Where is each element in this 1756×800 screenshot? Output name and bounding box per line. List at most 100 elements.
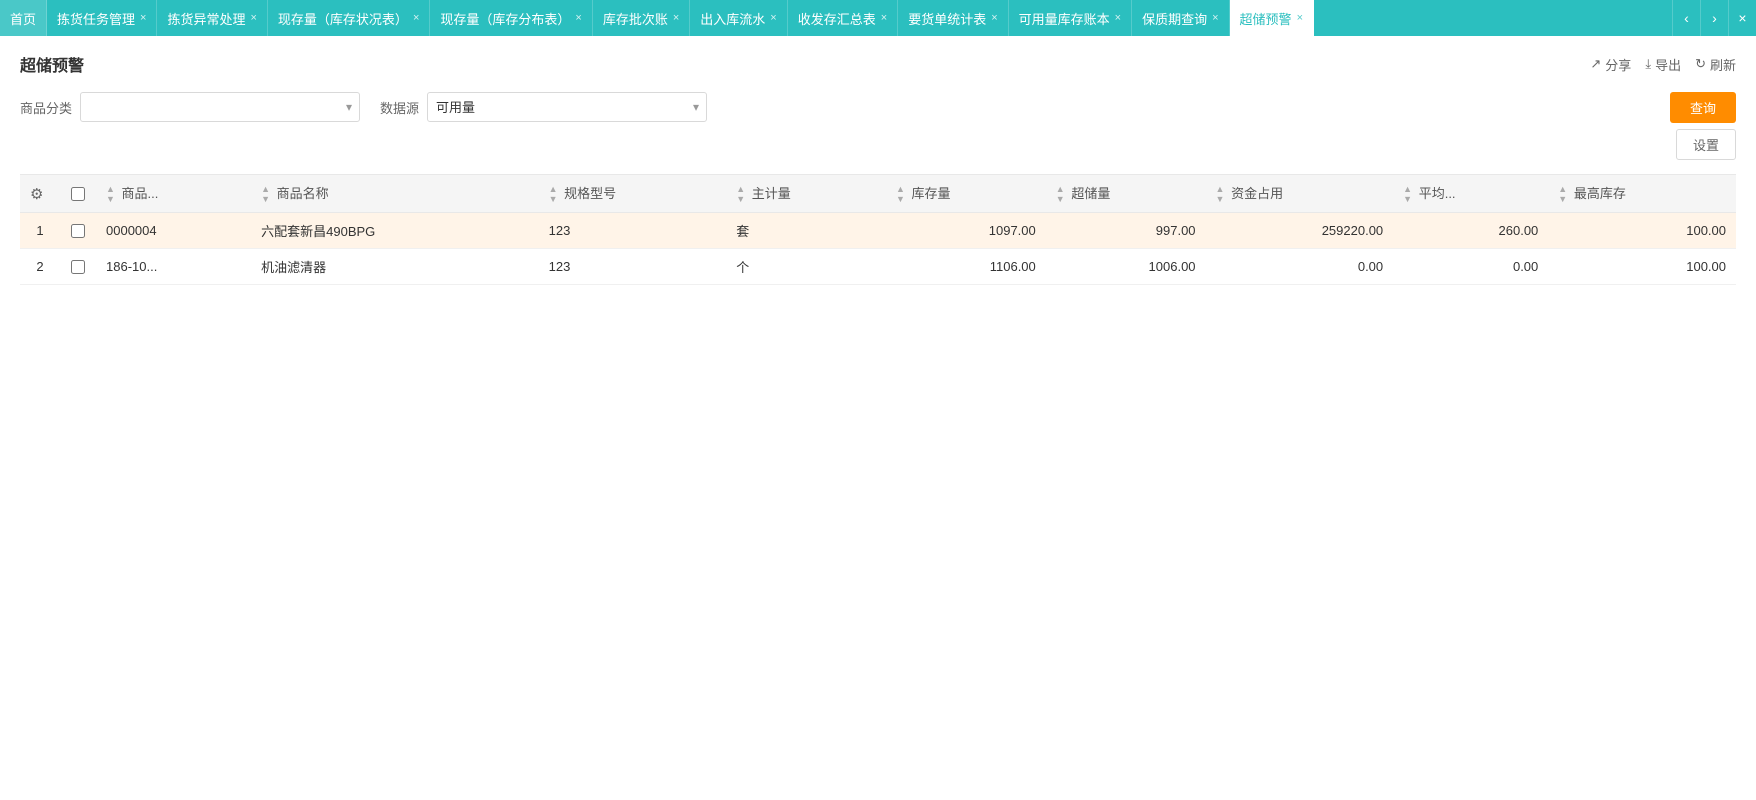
gear-icon[interactable]: ⚙ [30, 186, 43, 203]
page-header: 超储预警 ↗ 分享 ⤓ 导出 ↻ 刷新 [20, 52, 1736, 76]
row-avg: 0.00 [1393, 249, 1548, 285]
nav-item-summary[interactable]: 收发存汇总表 × [788, 0, 898, 36]
close-icon[interactable]: × [250, 12, 256, 24]
row-checkbox[interactable] [71, 224, 85, 238]
row-stock: 1097.00 [886, 213, 1046, 249]
close-icon[interactable]: × [1115, 12, 1121, 24]
table-row: 2 186-10... 机油滤清器 123 个 1106.00 1006.00 … [20, 249, 1736, 285]
nav-item-usable-stock[interactable]: 可用量库存账本 × [1009, 0, 1132, 36]
col-avg-header[interactable]: ▲▼ 平均... [1393, 175, 1548, 213]
row-checkbox-cell [60, 249, 96, 285]
nav-item-expiry[interactable]: 保质期查询 × [1132, 0, 1229, 36]
sort-arrows-icon: ▲▼ [261, 185, 270, 205]
row-product-code: 186-10... [96, 249, 251, 285]
table-row: 1 0000004 六配套新昌490BPG 123 套 1097.00 997.… [20, 213, 1736, 249]
table-header-row: ⚙ ▲▼ 商品... ▲▼ 商品名称 ▲▼ 规格型号 [20, 175, 1736, 213]
row-product-code: 0000004 [96, 213, 251, 249]
nav-item-stock-dist[interactable]: 现存量（库存分布表） × [430, 0, 592, 36]
row-max-stock: 100.00 [1548, 213, 1736, 249]
header-actions: ↗ 分享 ⤓ 导出 ↻ 刷新 [1590, 55, 1736, 74]
select-all-checkbox[interactable] [71, 187, 85, 201]
col-product-code-header[interactable]: ▲▼ 商品... [96, 175, 251, 213]
close-icon[interactable]: × [673, 12, 679, 24]
share-icon: ↗ [1590, 56, 1601, 72]
refresh-icon: ↻ [1695, 56, 1706, 72]
category-filter: 商品分类 ▾ [20, 92, 360, 122]
col-capital-header[interactable]: ▲▼ 资金占用 [1206, 175, 1394, 213]
close-icon[interactable]: × [1297, 12, 1303, 24]
col-stock-header[interactable]: ▲▼ 库存量 [886, 175, 1046, 213]
sort-arrows-icon: ▲▼ [1403, 185, 1412, 205]
close-icon[interactable]: × [991, 12, 997, 24]
table-body: 1 0000004 六配套新昌490BPG 123 套 1097.00 997.… [20, 213, 1736, 285]
row-unit: 个 [726, 249, 886, 285]
nav-item-home[interactable]: 首页 [0, 0, 47, 36]
close-icon[interactable]: × [413, 12, 419, 24]
refresh-button[interactable]: ↻ 刷新 [1695, 55, 1736, 74]
page-content: 超储预警 ↗ 分享 ⤓ 导出 ↻ 刷新 商品分类 [0, 36, 1756, 800]
sort-arrows-icon: ▲▼ [1216, 185, 1225, 205]
sort-arrows-icon: ▲▼ [549, 185, 558, 205]
col-product-name-header[interactable]: ▲▼ 商品名称 [251, 175, 538, 213]
row-settings-cell: 1 [20, 213, 60, 249]
nav-arrow-right[interactable]: › [1700, 0, 1728, 36]
close-icon[interactable]: × [770, 12, 776, 24]
top-navigation: 首页 拣货任务管理 × 拣货异常处理 × 现存量（库存状况表） × 现存量（库存… [0, 0, 1756, 36]
export-icon: ⤓ [1645, 56, 1651, 72]
share-button[interactable]: ↗ 分享 [1590, 55, 1631, 74]
category-label: 商品分类 [20, 98, 72, 117]
row-overstock: 997.00 [1046, 213, 1206, 249]
row-unit: 套 [726, 213, 886, 249]
datasource-select-wrap: 可用量 库存量 ▾ [427, 92, 707, 122]
row-product-name: 机油滤清器 [251, 249, 538, 285]
close-icon[interactable]: × [575, 12, 581, 24]
nav-item-pick-task[interactable]: 拣货任务管理 × [47, 0, 157, 36]
sort-arrows-icon: ▲▼ [1558, 185, 1567, 205]
datasource-filter: 数据源 可用量 库存量 ▾ [380, 92, 707, 122]
nav-item-overstock[interactable]: 超储预警 × [1230, 0, 1314, 36]
nav-item-order-stat[interactable]: 要货单统计表 × [898, 0, 1008, 36]
row-checkbox-cell [60, 213, 96, 249]
page-title: 超储预警 [20, 52, 84, 76]
row-checkbox[interactable] [71, 260, 85, 274]
nav-arrows: ‹ › × [1672, 0, 1756, 36]
row-spec: 123 [539, 213, 727, 249]
col-overstock-header[interactable]: ▲▼ 超储量 [1046, 175, 1206, 213]
nav-item-stock-status[interactable]: 现存量（库存状况表） × [268, 0, 430, 36]
col-checkbox-header [60, 175, 96, 213]
col-spec-header[interactable]: ▲▼ 规格型号 [539, 175, 727, 213]
row-capital: 259220.00 [1206, 213, 1394, 249]
sort-arrows-icon: ▲▼ [896, 185, 905, 205]
row-stock: 1106.00 [886, 249, 1046, 285]
row-max-stock: 100.00 [1548, 249, 1736, 285]
row-spec: 123 [539, 249, 727, 285]
row-overstock: 1006.00 [1046, 249, 1206, 285]
category-select-wrap: ▾ [80, 92, 360, 122]
close-icon[interactable]: × [1212, 12, 1218, 24]
nav-item-pick-exception[interactable]: 拣货异常处理 × [157, 0, 267, 36]
query-button[interactable]: 查询 [1670, 92, 1736, 123]
col-unit-header[interactable]: ▲▼ 主计量 [726, 175, 886, 213]
row-capital: 0.00 [1206, 249, 1394, 285]
sort-arrows-icon: ▲▼ [736, 185, 745, 205]
nav-item-batch-account[interactable]: 库存批次账 × [593, 0, 690, 36]
datasource-select[interactable]: 可用量 库存量 [427, 92, 707, 122]
category-select[interactable] [80, 92, 360, 122]
sort-arrows-icon: ▲▼ [1056, 185, 1065, 205]
close-icon[interactable]: × [140, 12, 146, 24]
row-avg: 260.00 [1393, 213, 1548, 249]
close-icon[interactable]: × [881, 12, 887, 24]
datasource-label: 数据源 [380, 98, 419, 117]
sort-arrows-icon: ▲▼ [106, 185, 115, 205]
nav-arrow-close[interactable]: × [1728, 0, 1756, 36]
nav-arrow-left[interactable]: ‹ [1672, 0, 1700, 36]
data-table: ⚙ ▲▼ 商品... ▲▼ 商品名称 ▲▼ 规格型号 [20, 174, 1736, 285]
nav-item-inout-flow[interactable]: 出入库流水 × [690, 0, 787, 36]
settings-button[interactable]: 设置 [1676, 129, 1736, 160]
row-product-name: 六配套新昌490BPG [251, 213, 538, 249]
row-settings-cell: 2 [20, 249, 60, 285]
col-settings-header: ⚙ [20, 175, 60, 213]
col-max-stock-header[interactable]: ▲▼ 最高库存 [1548, 175, 1736, 213]
export-button[interactable]: ⤓ 导出 [1645, 55, 1681, 74]
filter-buttons: 查询 设置 [1670, 92, 1736, 160]
